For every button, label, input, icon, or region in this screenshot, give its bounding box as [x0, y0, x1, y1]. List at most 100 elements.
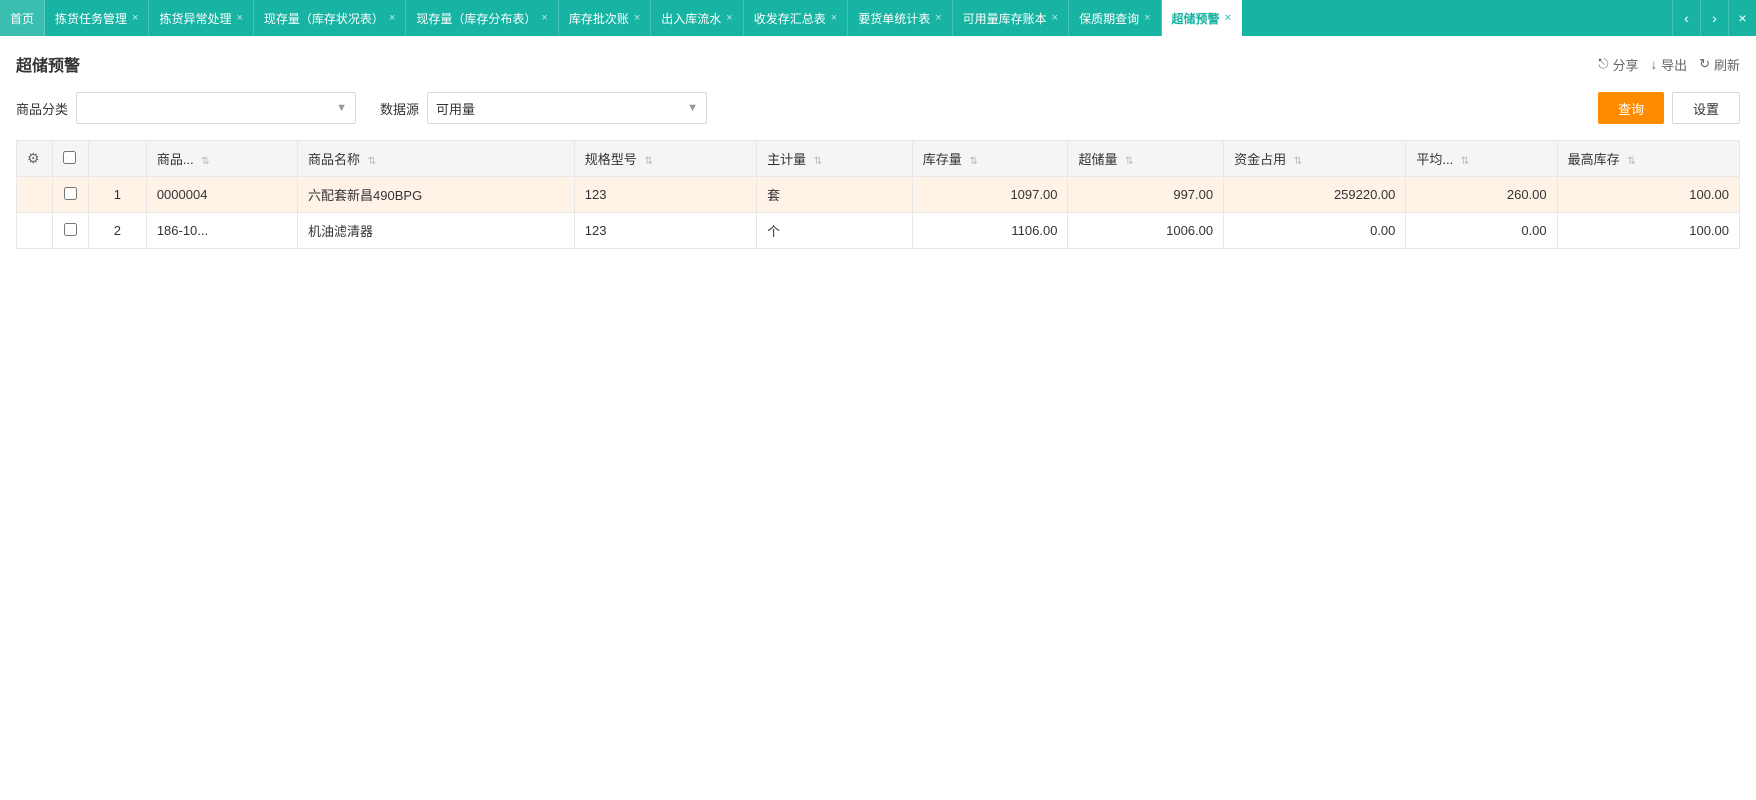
td-stock-0: 1097.00 [912, 177, 1068, 213]
th-capital[interactable]: 资金占用 ⇅ [1224, 141, 1406, 177]
th-code[interactable]: 商品... ⇅ [146, 141, 297, 177]
category-label: 商品分类 [16, 99, 68, 118]
sort-spec-icon: ⇅ [644, 156, 652, 167]
datasource-value: 可用量 [436, 99, 475, 118]
td-unit-0: 套 [757, 177, 913, 213]
header-actions: ⎋ 分享 ↓ 导出 ↻ 刷新 [1598, 55, 1740, 74]
page-content: 超储预警 ⎋ 分享 ↓ 导出 ↻ 刷新 商品分类 ▼ 数据源 [0, 36, 1756, 800]
nav-tab-inventory-dist[interactable]: 现存量（库存分布表） × [406, 0, 558, 36]
th-stock[interactable]: 库存量 ⇅ [912, 141, 1068, 177]
page-title: 超储预警 [16, 52, 80, 76]
nav-tab-collect[interactable]: 收发存汇总表 × [744, 0, 848, 36]
close-inout-tab[interactable]: × [726, 12, 732, 24]
table-row: 1 0000004 六配套新昌490BPG 123 套 1097.00 997.… [17, 177, 1740, 213]
close-inventory-status-tab[interactable]: × [389, 12, 395, 24]
sort-max-icon: ⇅ [1627, 156, 1635, 167]
sort-capital-icon: ⇅ [1294, 156, 1302, 167]
nav-tab-inventory-status[interactable]: 现存量（库存状况表） × [254, 0, 406, 36]
nav-tab-task[interactable]: 拣货任务管理 × [45, 0, 149, 36]
filter-area: 商品分类 ▼ 数据源 可用量 ▼ 查询 设置 [16, 92, 1740, 124]
td-capital-1: 0.00 [1224, 213, 1406, 249]
nav-next-btn[interactable]: › [1700, 0, 1728, 36]
td-avg-0: 260.00 [1406, 177, 1557, 213]
nav-tab-quality[interactable]: 保质期查询 × [1069, 0, 1161, 36]
close-usable-tab[interactable]: × [1052, 12, 1058, 24]
refresh-link[interactable]: ↻ 刷新 [1699, 55, 1740, 74]
td-overstock-1: 1006.00 [1068, 213, 1224, 249]
datasource-select[interactable]: 可用量 ▼ [427, 92, 707, 124]
datasource-chevron-icon: ▼ [687, 102, 698, 114]
th-row-num [89, 141, 147, 177]
export-icon: ↓ [1651, 57, 1658, 72]
close-inventory-dist-tab[interactable]: × [541, 12, 547, 24]
close-abnormal-tab[interactable]: × [236, 12, 242, 24]
close-collect-tab[interactable]: × [831, 12, 837, 24]
sort-unit-icon: ⇅ [814, 156, 822, 167]
row-checkbox-1[interactable] [64, 223, 77, 236]
nav-tab-usable[interactable]: 可用量库存账本 × [953, 0, 1069, 36]
row-checkbox-0[interactable] [64, 187, 77, 200]
settings-button[interactable]: 设置 [1672, 92, 1740, 124]
close-task-tab[interactable]: × [132, 12, 138, 24]
nav-tab-home[interactable]: 首页 [0, 0, 45, 36]
td-max-1: 100.00 [1557, 213, 1739, 249]
th-avg[interactable]: 平均... ⇅ [1406, 141, 1557, 177]
share-icon: ⎋ [1598, 56, 1608, 72]
td-code-0: 0000004 [146, 177, 297, 213]
nav-tab-order-stat[interactable]: 要货单统计表 × [848, 0, 952, 36]
table-body: 1 0000004 六配套新昌490BPG 123 套 1097.00 997.… [17, 177, 1740, 249]
td-max-0: 100.00 [1557, 177, 1739, 213]
th-name[interactable]: 商品名称 ⇅ [298, 141, 575, 177]
nav-close-btn[interactable]: × [1728, 0, 1756, 36]
td-avg-1: 0.00 [1406, 213, 1557, 249]
data-table: ⚙ 商品... ⇅ 商品名称 ⇅ 规格型号 ⇅ [16, 140, 1740, 249]
page-header: 超储预警 ⎋ 分享 ↓ 导出 ↻ 刷新 [16, 52, 1740, 76]
td-spec-0: 123 [574, 177, 756, 213]
th-spec[interactable]: 规格型号 ⇅ [574, 141, 756, 177]
category-filter-group: 商品分类 ▼ [16, 92, 356, 124]
sort-avg-icon: ⇅ [1461, 156, 1469, 167]
th-unit[interactable]: 主计量 ⇅ [757, 141, 913, 177]
sort-name-icon: ⇅ [368, 156, 376, 167]
top-nav: 首页 拣货任务管理 × 拣货异常处理 × 现存量（库存状况表） × 现存量（库存… [0, 0, 1756, 36]
td-name-0: 六配套新昌490BPG [298, 177, 575, 213]
sort-code-icon: ⇅ [201, 156, 209, 167]
close-order-stat-tab[interactable]: × [935, 12, 941, 24]
td-code-1: 186-10... [146, 213, 297, 249]
datasource-filter-group: 数据源 可用量 ▼ [380, 92, 707, 124]
nav-tab-inout[interactable]: 出入库流水 × [651, 0, 743, 36]
nav-arrows: ‹ › × [1672, 0, 1756, 36]
sort-overstock-icon: ⇅ [1125, 156, 1133, 167]
th-checkbox[interactable] [53, 141, 89, 177]
gear-icon[interactable]: ⚙ [27, 150, 40, 166]
td-gear-1 [17, 213, 53, 249]
share-link[interactable]: ⎋ 分享 [1598, 55, 1638, 74]
filter-buttons: 查询 设置 [1598, 92, 1740, 124]
th-max[interactable]: 最高库存 ⇅ [1557, 141, 1739, 177]
close-quality-tab[interactable]: × [1144, 12, 1150, 24]
td-checkbox-0[interactable] [53, 177, 89, 213]
close-overstock-tab[interactable]: × [1225, 12, 1231, 24]
select-all-checkbox[interactable] [63, 151, 76, 164]
td-name-1: 机油滤清器 [298, 213, 575, 249]
category-select[interactable]: ▼ [76, 92, 356, 124]
nav-tab-abnormal[interactable]: 拣货异常处理 × [149, 0, 253, 36]
table-row: 2 186-10... 机油滤清器 123 个 1106.00 1006.00 … [17, 213, 1740, 249]
close-batch-tab[interactable]: × [634, 12, 640, 24]
nav-tab-overstock[interactable]: 超储预警 × [1162, 0, 1242, 36]
td-overstock-0: 997.00 [1068, 177, 1224, 213]
table-head: ⚙ 商品... ⇅ 商品名称 ⇅ 规格型号 ⇅ [17, 141, 1740, 177]
refresh-icon: ↻ [1699, 56, 1710, 72]
td-checkbox-1[interactable] [53, 213, 89, 249]
th-gear[interactable]: ⚙ [17, 141, 53, 177]
export-link[interactable]: ↓ 导出 [1651, 55, 1688, 74]
td-spec-1: 123 [574, 213, 756, 249]
td-gear-0 [17, 177, 53, 213]
category-chevron-icon: ▼ [336, 102, 347, 114]
th-overstock[interactable]: 超储量 ⇅ [1068, 141, 1224, 177]
nav-tab-batch[interactable]: 库存批次账 × [559, 0, 651, 36]
table-header-row: ⚙ 商品... ⇅ 商品名称 ⇅ 规格型号 ⇅ [17, 141, 1740, 177]
nav-prev-btn[interactable]: ‹ [1672, 0, 1700, 36]
query-button[interactable]: 查询 [1598, 92, 1664, 124]
td-capital-0: 259220.00 [1224, 177, 1406, 213]
